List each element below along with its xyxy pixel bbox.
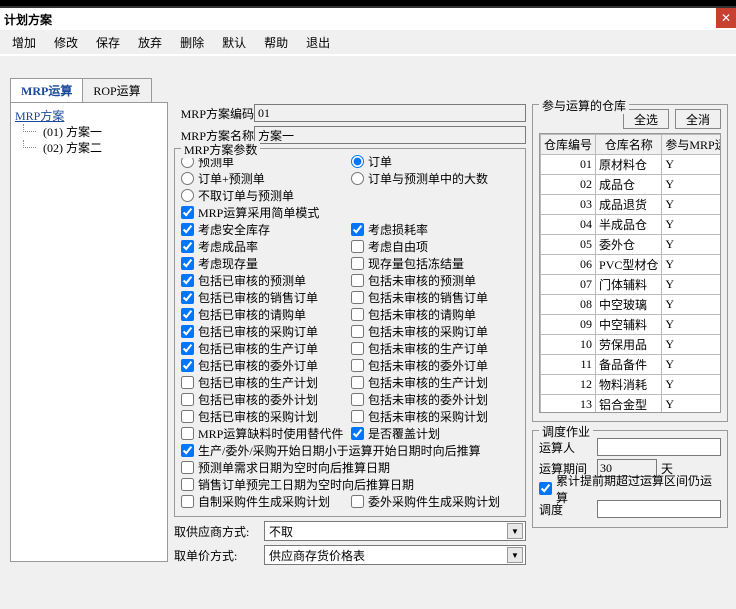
table-row[interactable]: 01原材料仓Y (541, 155, 722, 175)
cb-unapproved-pr[interactable]: 包括未审核的请购单 (351, 306, 519, 323)
cb-include-frozen[interactable]: 现存量包括冻结量 (351, 255, 519, 272)
tool-edit[interactable]: 修改 (46, 31, 86, 54)
price-mode-label: 取单价方式: (174, 547, 264, 564)
cb-overwrite-plan[interactable]: 是否覆盖计划 (351, 425, 519, 442)
tool-exit[interactable]: 退出 (298, 31, 338, 54)
cb-on-hand[interactable]: 考虑现存量 (181, 255, 351, 272)
cb-loss-rate[interactable]: 考虑损耗率 (351, 221, 519, 238)
cb-use-substitute[interactable]: MRP运算缺料时使用替代件 (181, 425, 351, 442)
table-row[interactable]: 08中空玻璃Y (541, 295, 722, 315)
operator-label: 运算人 (539, 439, 593, 456)
cb-forecast-empty-date[interactable]: 预测单需求日期为空时向后推算日期 (181, 459, 519, 476)
radio-neither[interactable]: 不取订单与预测单 (181, 187, 351, 204)
warehouse-table[interactable]: 仓库编号 仓库名称 参与MRP运算 01原材料仓Y02成品仓Y03成品退货Y04… (540, 134, 721, 413)
wh-col-mrp: 参与MRP运算 (662, 135, 721, 155)
supplier-mode-label: 取供应商方式: (174, 523, 264, 540)
table-row[interactable]: 11备品备件Y (541, 355, 722, 375)
dropdown-icon: ▼ (507, 547, 523, 563)
table-row[interactable]: 03成品退货Y (541, 195, 722, 215)
cb-outsrc-gen-purch[interactable]: 委外采购件生成采购计划 (351, 493, 519, 510)
operator-input[interactable] (597, 438, 721, 456)
tab-mrp[interactable]: MRP运算 (10, 78, 83, 102)
cb-approved-outsrc-plan[interactable]: 包括已审核的委外计划 (181, 391, 351, 408)
tool-help[interactable]: 帮助 (256, 31, 296, 54)
cb-unapproved-outsrc[interactable]: 包括未审核的委外订单 (351, 357, 519, 374)
price-mode-select[interactable]: 供应商存货价格表▼ (264, 545, 526, 565)
deselect-all-button[interactable]: 全消 (675, 109, 721, 129)
tree-item-1[interactable]: (01) 方案一 (15, 124, 163, 140)
code-input[interactable] (254, 104, 526, 122)
tab-rop[interactable]: ROP运算 (82, 78, 151, 102)
radio-max-of-both[interactable]: 订单与预测单中的大数 (351, 170, 519, 187)
table-row[interactable]: 06PVC型材仓Y (541, 255, 722, 275)
table-row[interactable]: 12物料消耗Y (541, 375, 722, 395)
cb-approved-purch-plan[interactable]: 包括已审核的采购计划 (181, 408, 351, 425)
cb-unapproved-po[interactable]: 包括未审核的采购订单 (351, 323, 519, 340)
cb-unapproved-sales[interactable]: 包括未审核的销售订单 (351, 289, 519, 306)
table-row[interactable]: 10劳保用品Y (541, 335, 722, 355)
radio-order-plus-forecast[interactable]: 订单+预测单 (181, 170, 351, 187)
tool-abandon[interactable]: 放弃 (130, 31, 170, 54)
close-icon: ✕ (721, 11, 731, 26)
dropdown-icon: ▼ (507, 523, 523, 539)
main-toolbar: 增加 修改 保存 放弃 删除 默认 帮助 退出 (0, 30, 736, 56)
wh-col-name: 仓库名称 (596, 135, 662, 155)
cb-approved-outsrc[interactable]: 包括已审核的委外订单 (181, 357, 351, 374)
cb-approved-prod-plan[interactable]: 包括已审核的生产计划 (181, 374, 351, 391)
name-input[interactable] (254, 126, 526, 144)
window-title: 计划方案 (4, 11, 52, 28)
tree-root[interactable]: MRP方案 (15, 107, 163, 124)
supplier-mode-select[interactable]: 不取▼ (264, 521, 526, 541)
table-row[interactable]: 04半成品仓Y (541, 215, 722, 235)
select-all-button[interactable]: 全选 (623, 109, 669, 129)
cb-unapproved-prod-plan[interactable]: 包括未审核的生产计划 (351, 374, 519, 391)
table-row[interactable]: 13铝合金型Y (541, 395, 722, 414)
table-row[interactable]: 09中空辅料Y (541, 315, 722, 335)
cb-unapproved-forecast[interactable]: 包括未审核的预测单 (351, 272, 519, 289)
plan-tree[interactable]: MRP方案 (01) 方案一 (02) 方案二 (10, 102, 168, 562)
tool-save[interactable]: 保存 (88, 31, 128, 54)
tree-item-2[interactable]: (02) 方案二 (15, 140, 163, 156)
warehouse-group-title: 参与运算的仓库 (539, 97, 629, 114)
cb-simple-mode[interactable]: MRP运算采用简单模式 (181, 204, 519, 221)
params-group-title: MRP方案参数 (181, 141, 260, 158)
cb-approved-forecast[interactable]: 包括已审核的预测单 (181, 272, 351, 289)
schedule-group-title: 调度作业 (539, 423, 593, 440)
cb-free-item[interactable]: 考虑自由项 (351, 238, 519, 255)
cb-approved-po[interactable]: 包括已审核的采购订单 (181, 323, 351, 340)
cb-exceed-leadtime[interactable]: 累计提前期超过运算区间仍运算 (539, 480, 721, 497)
cb-self-make-gen-purch[interactable]: 自制采购件生成采购计划 (181, 493, 351, 510)
table-row[interactable]: 05委外仓Y (541, 235, 722, 255)
dispatch-label: 调度 (539, 501, 593, 518)
cb-unapproved-purch-plan[interactable]: 包括未审核的采购计划 (351, 408, 519, 425)
close-button[interactable]: ✕ (716, 8, 736, 28)
table-row[interactable]: 02成品仓Y (541, 175, 722, 195)
dispatch-input[interactable] (597, 500, 721, 518)
radio-order[interactable]: 订单 (351, 153, 519, 170)
cb-approved-sales[interactable]: 包括已审核的销售订单 (181, 289, 351, 306)
cb-unapproved-outsrc-plan[interactable]: 包括未审核的委外计划 (351, 391, 519, 408)
tool-add[interactable]: 增加 (4, 31, 44, 54)
tool-delete[interactable]: 删除 (172, 31, 212, 54)
table-row[interactable]: 07门体辅料Y (541, 275, 722, 295)
wh-col-id: 仓库编号 (541, 135, 596, 155)
tool-default[interactable]: 默认 (214, 31, 254, 54)
code-label: MRP方案编码 (174, 105, 254, 122)
cb-safety-stock[interactable]: 考虑安全库存 (181, 221, 351, 238)
cb-approved-pr[interactable]: 包括已审核的请购单 (181, 306, 351, 323)
cb-yield-rate[interactable]: 考虑成品率 (181, 238, 351, 255)
cb-unapproved-prod[interactable]: 包括未审核的生产订单 (351, 340, 519, 357)
cb-push-start-date[interactable]: 生产/委外/采购开始日期小于运算开始日期时向后推算 (181, 442, 519, 459)
cb-sales-empty-date[interactable]: 销售订单预完工日期为空时向后推算日期 (181, 476, 519, 493)
cb-approved-prod[interactable]: 包括已审核的生产订单 (181, 340, 351, 357)
